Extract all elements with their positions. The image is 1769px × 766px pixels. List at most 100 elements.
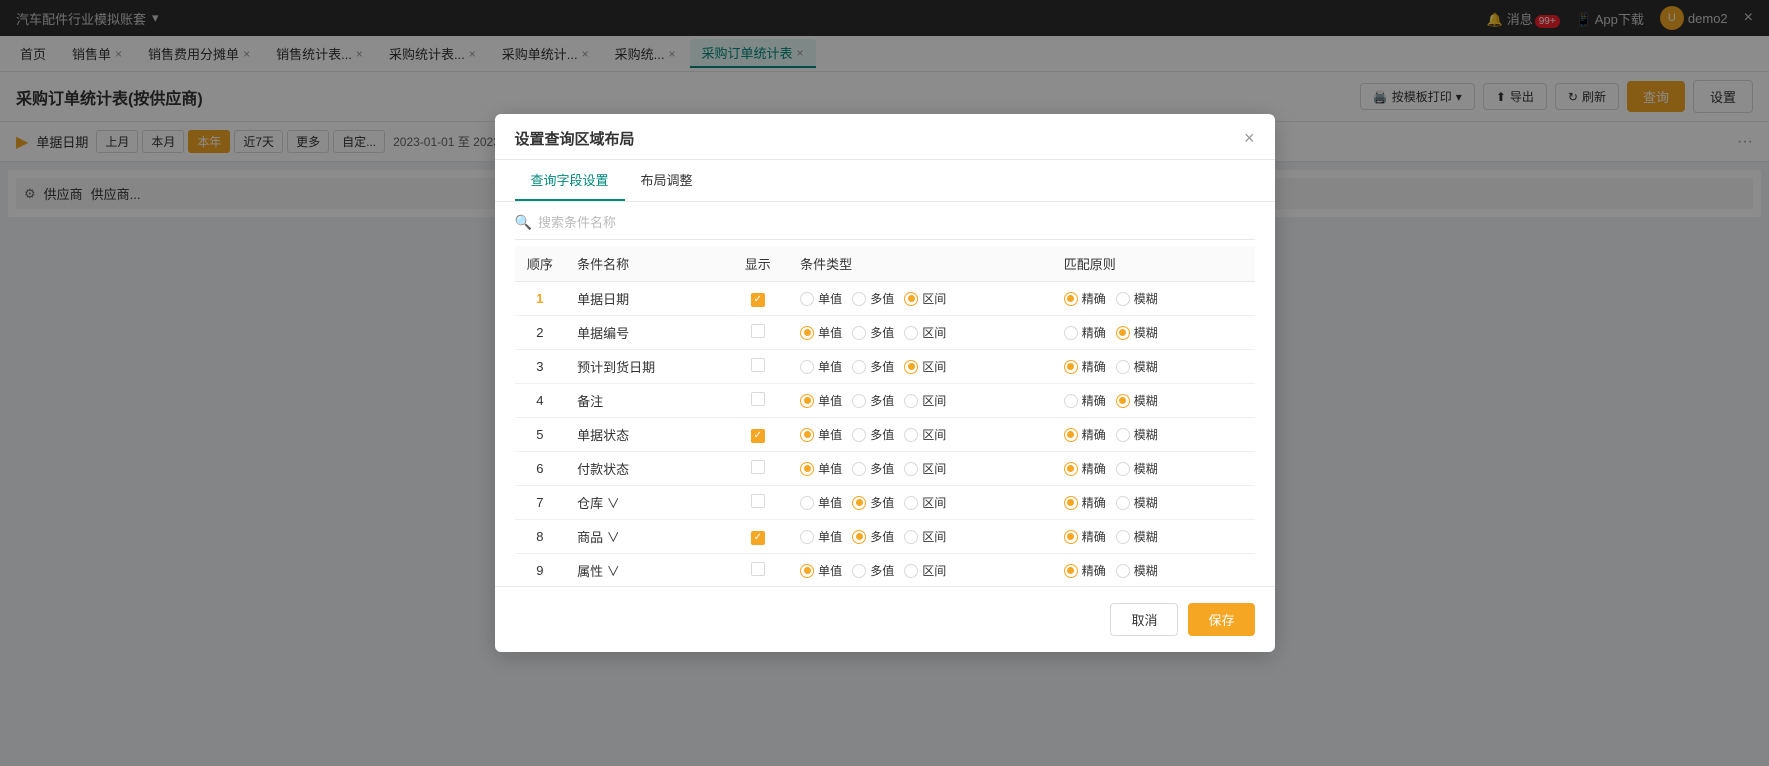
type-radio-range[interactable]: 区间 [904, 358, 946, 375]
type-radio-single-input[interactable] [800, 326, 814, 340]
match-radio-fuzzy[interactable]: 模糊 [1116, 562, 1158, 579]
match-radio-exact[interactable]: 精确 [1064, 358, 1106, 375]
match-radio-fuzzy[interactable]: 模糊 [1116, 290, 1158, 307]
match-radio-exact[interactable]: 精确 [1064, 528, 1106, 545]
type-radio-range[interactable]: 区间 [904, 324, 946, 341]
save-button[interactable]: 保存 [1188, 603, 1254, 636]
type-radio-single[interactable]: 单值 [800, 358, 842, 375]
match-radio-exact[interactable]: 精确 [1064, 562, 1106, 579]
type-radio-single[interactable]: 单值 [800, 528, 842, 545]
match-radio-fuzzy-input[interactable] [1116, 394, 1130, 408]
match-radio-exact-input[interactable] [1064, 428, 1078, 442]
type-radio-range-input[interactable] [904, 326, 918, 340]
type-radio-single-input[interactable] [800, 530, 814, 544]
cancel-button[interactable]: 取消 [1110, 603, 1178, 636]
type-radio-range-input[interactable] [904, 564, 918, 578]
type-radio-multi[interactable]: 多值 [852, 358, 894, 375]
type-radio-single-input[interactable] [800, 292, 814, 306]
type-radio-multi[interactable]: 多值 [852, 460, 894, 477]
match-radio-fuzzy-input[interactable] [1116, 428, 1130, 442]
type-radio-multi[interactable]: 多值 [852, 392, 894, 409]
match-radio-fuzzy-input[interactable] [1116, 564, 1130, 578]
display-checkbox[interactable] [751, 392, 765, 406]
match-radio-exact-input[interactable] [1064, 326, 1078, 340]
type-radio-multi[interactable]: 多值 [852, 426, 894, 443]
match-radio-fuzzy[interactable]: 模糊 [1116, 494, 1158, 511]
type-radio-range[interactable]: 区间 [904, 562, 946, 579]
type-radio-single-input[interactable] [800, 462, 814, 476]
match-radio-exact[interactable]: 精确 [1064, 426, 1106, 443]
type-radio-single-input[interactable] [800, 428, 814, 442]
match-radio-fuzzy[interactable]: 模糊 [1116, 324, 1158, 341]
type-radio-single[interactable]: 单值 [800, 494, 842, 511]
type-radio-single[interactable]: 单值 [800, 460, 842, 477]
type-radio-single[interactable]: 单值 [800, 290, 842, 307]
match-radio-exact-input[interactable] [1064, 496, 1078, 510]
match-radio-fuzzy-input[interactable] [1116, 326, 1130, 340]
match-radio-fuzzy-input[interactable] [1116, 496, 1130, 510]
match-radio-exact-input[interactable] [1064, 564, 1078, 578]
display-checkbox[interactable] [751, 429, 765, 443]
match-radio-exact-input[interactable] [1064, 360, 1078, 374]
match-radio-exact-input[interactable] [1064, 292, 1078, 306]
type-radio-multi[interactable]: 多值 [852, 494, 894, 511]
match-radio-exact[interactable]: 精确 [1064, 460, 1106, 477]
match-radio-exact-input[interactable] [1064, 394, 1078, 408]
type-radio-multi-input[interactable] [852, 326, 866, 340]
match-radio-fuzzy[interactable]: 模糊 [1116, 426, 1158, 443]
type-radio-multi[interactable]: 多值 [852, 290, 894, 307]
type-radio-single-input[interactable] [800, 394, 814, 408]
match-radio-exact[interactable]: 精确 [1064, 324, 1106, 341]
type-radio-multi-input[interactable] [852, 496, 866, 510]
type-radio-single[interactable]: 单值 [800, 392, 842, 409]
type-radio-multi-input[interactable] [852, 462, 866, 476]
type-radio-range-input[interactable] [904, 462, 918, 476]
type-radio-range-input[interactable] [904, 530, 918, 544]
match-radio-exact-input[interactable] [1064, 462, 1078, 476]
match-radio-fuzzy-input[interactable] [1116, 530, 1130, 544]
type-radio-multi-input[interactable] [852, 530, 866, 544]
display-checkbox[interactable] [751, 531, 765, 545]
modal-tab-query-fields[interactable]: 查询字段设置 [515, 160, 625, 201]
display-checkbox[interactable] [751, 460, 765, 474]
type-radio-range[interactable]: 区间 [904, 290, 946, 307]
type-radio-single-input[interactable] [800, 496, 814, 510]
match-radio-fuzzy-input[interactable] [1116, 462, 1130, 476]
type-radio-range-input[interactable] [904, 428, 918, 442]
type-radio-single-input[interactable] [800, 360, 814, 374]
type-radio-single[interactable]: 单值 [800, 426, 842, 443]
type-radio-range[interactable]: 区间 [904, 460, 946, 477]
type-radio-multi-input[interactable] [852, 394, 866, 408]
type-radio-multi-input[interactable] [852, 428, 866, 442]
type-radio-single[interactable]: 单值 [800, 324, 842, 341]
type-radio-range-input[interactable] [904, 292, 918, 306]
display-checkbox[interactable] [751, 494, 765, 508]
type-radio-multi[interactable]: 多值 [852, 528, 894, 545]
condition-search-input[interactable] [538, 215, 738, 230]
modal-close-button[interactable]: × [1244, 128, 1255, 149]
display-checkbox[interactable] [751, 324, 765, 338]
type-radio-range[interactable]: 区间 [904, 528, 946, 545]
match-radio-exact[interactable]: 精确 [1064, 290, 1106, 307]
modal-tab-layout[interactable]: 布局调整 [625, 160, 709, 201]
type-radio-range[interactable]: 区间 [904, 392, 946, 409]
match-radio-fuzzy[interactable]: 模糊 [1116, 460, 1158, 477]
display-checkbox[interactable] [751, 293, 765, 307]
type-radio-single-input[interactable] [800, 564, 814, 578]
match-radio-fuzzy-input[interactable] [1116, 360, 1130, 374]
display-checkbox[interactable] [751, 358, 765, 372]
type-radio-multi-input[interactable] [852, 564, 866, 578]
type-radio-multi[interactable]: 多值 [852, 324, 894, 341]
match-radio-exact[interactable]: 精确 [1064, 494, 1106, 511]
match-radio-exact-input[interactable] [1064, 530, 1078, 544]
type-radio-range[interactable]: 区间 [904, 426, 946, 443]
match-radio-fuzzy[interactable]: 模糊 [1116, 528, 1158, 545]
type-radio-single[interactable]: 单值 [800, 562, 842, 579]
match-radio-fuzzy-input[interactable] [1116, 292, 1130, 306]
type-radio-range-input[interactable] [904, 394, 918, 408]
match-radio-fuzzy[interactable]: 模糊 [1116, 358, 1158, 375]
type-radio-multi-input[interactable] [852, 292, 866, 306]
type-radio-range[interactable]: 区间 [904, 494, 946, 511]
match-radio-fuzzy[interactable]: 模糊 [1116, 392, 1158, 409]
type-radio-multi-input[interactable] [852, 360, 866, 374]
